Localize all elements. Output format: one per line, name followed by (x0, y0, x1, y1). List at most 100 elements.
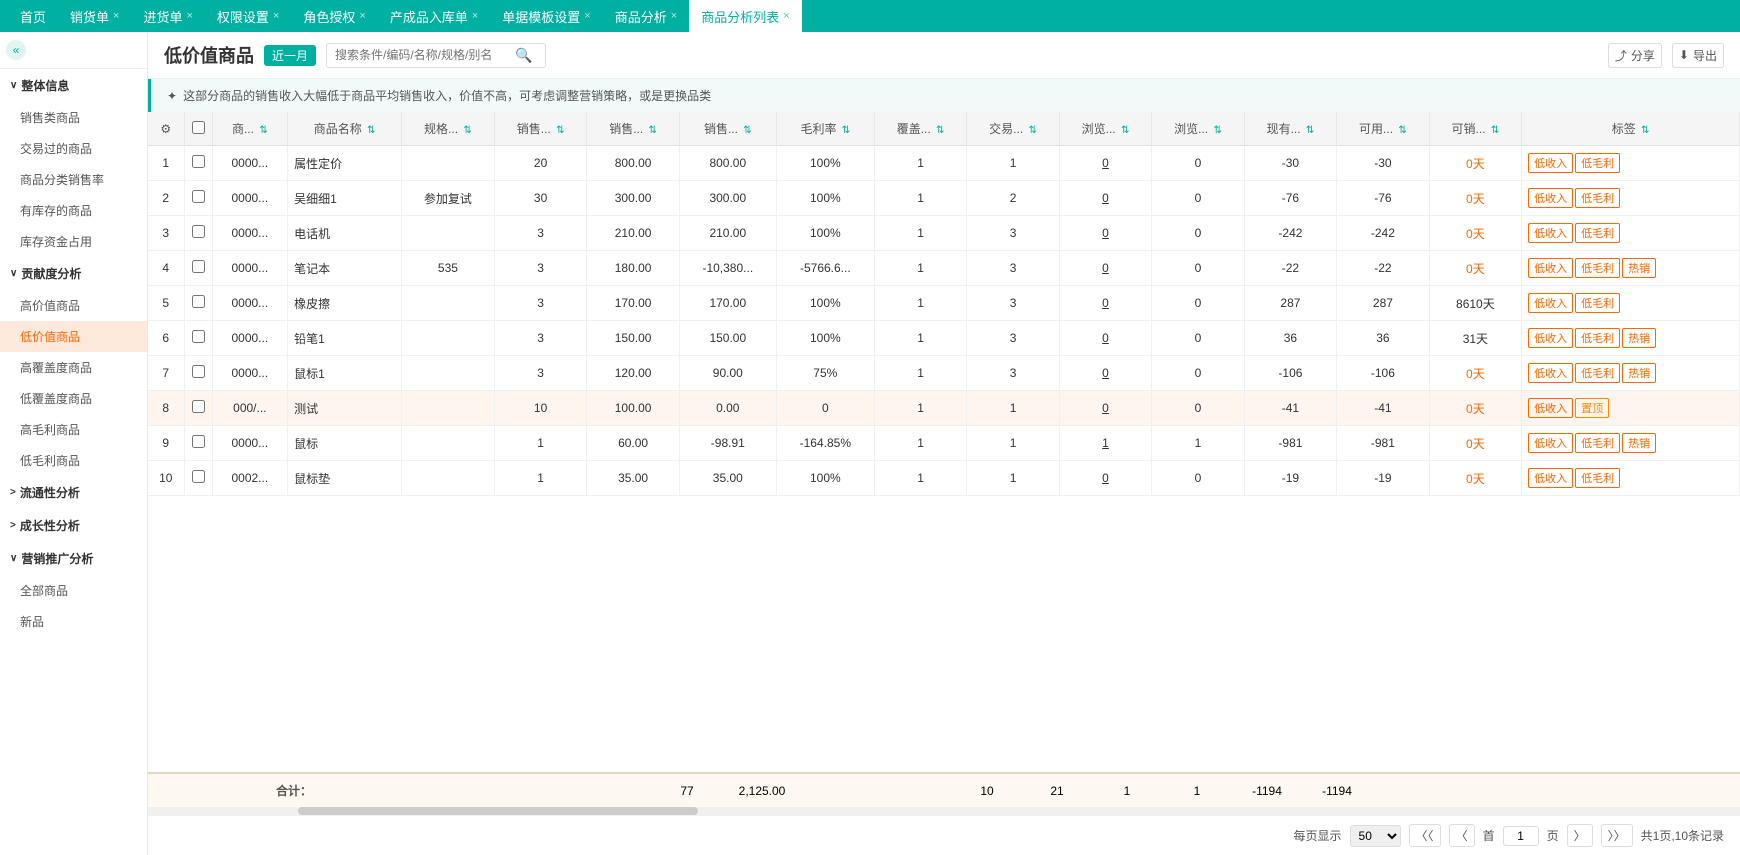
sort-icon[interactable]: ⇅ (556, 125, 564, 136)
row-checkbox[interactable] (192, 190, 205, 203)
row-checkbox[interactable] (192, 365, 205, 378)
sort-icon[interactable]: ⇅ (1121, 125, 1129, 136)
row-checkbox[interactable] (192, 435, 205, 448)
horizontal-scrollbar[interactable] (148, 807, 1740, 815)
browse-link[interactable]: 0 (1102, 471, 1109, 485)
row-checkbox[interactable] (192, 225, 205, 238)
browse1[interactable]: 0 (1059, 391, 1151, 426)
browse-link[interactable]: 0 (1102, 261, 1109, 275)
nav-home[interactable]: 首页 (8, 0, 58, 32)
product-name[interactable]: 橡皮擦 (288, 286, 402, 321)
sort-icon[interactable]: ⇅ (463, 125, 471, 136)
sidebar-group-liquidity[interactable]: > 流通性分析 (0, 476, 147, 509)
row-checkbox[interactable] (192, 295, 205, 308)
collapse-button[interactable]: « (6, 40, 26, 60)
sidebar-group-overall[interactable]: ∨ 整体信息 (0, 69, 147, 102)
sidebar-item-sales-products[interactable]: 销售类商品 (0, 102, 147, 133)
nav-product-inbound[interactable]: 产成品入库单 × (378, 0, 490, 32)
product-name[interactable]: 鼠标 (288, 426, 402, 461)
close-icon[interactable]: × (472, 10, 478, 22)
sort-icon[interactable]: ⇅ (743, 125, 751, 136)
sort-icon[interactable]: ⇅ (842, 125, 850, 136)
search-input[interactable] (335, 48, 515, 62)
sort-icon[interactable]: ⇅ (1306, 125, 1314, 136)
close-icon[interactable]: × (186, 10, 192, 22)
sidebar-item-new-products[interactable]: 新品 (0, 606, 147, 637)
browse-link[interactable]: 0 (1102, 226, 1109, 240)
time-filter-button[interactable]: 近一月 (264, 45, 316, 66)
search-icon[interactable]: 🔍 (515, 47, 532, 64)
product-name[interactable]: 铅笔1 (288, 321, 402, 356)
browse-link[interactable]: 0 (1102, 156, 1109, 170)
browse-link[interactable]: 0 (1102, 296, 1109, 310)
nav-template[interactable]: 单据模板设置 × (490, 0, 602, 32)
browse-link[interactable]: 0 (1102, 331, 1109, 345)
browse1[interactable]: 0 (1059, 356, 1151, 391)
product-name[interactable]: 属性定价 (288, 146, 402, 181)
sort-icon[interactable]: ⇅ (1029, 125, 1037, 136)
browse-link[interactable]: 1 (1102, 436, 1109, 450)
share-button[interactable]: ⤴ 分享 (1608, 43, 1662, 68)
row-checkbox[interactable] (192, 260, 205, 273)
nav-product-analysis[interactable]: 商品分析 × (603, 0, 689, 32)
browse1[interactable]: 0 (1059, 321, 1151, 356)
sort-icon[interactable]: ⇅ (259, 125, 267, 136)
browse1[interactable]: 0 (1059, 251, 1151, 286)
browse-link[interactable]: 0 (1102, 366, 1109, 380)
browse1[interactable]: 0 (1059, 216, 1151, 251)
sidebar-group-growth[interactable]: > 成长性分析 (0, 509, 147, 542)
prev-page-button[interactable]: 〈 (1449, 824, 1475, 847)
close-icon[interactable]: × (273, 10, 279, 22)
page-number-input[interactable] (1503, 826, 1539, 846)
table-wrapper[interactable]: ⚙ 商... ⇅ 商品名称 ⇅ 规格... ⇅ 销售... ⇅ 销售... ⇅ … (148, 112, 1740, 772)
sidebar-group-contribution[interactable]: ∨ 贡献度分析 (0, 257, 147, 290)
browse1[interactable]: 0 (1059, 181, 1151, 216)
sort-icon[interactable]: ⇅ (1491, 125, 1499, 136)
page-size-select[interactable]: 50 100 200 (1350, 825, 1401, 847)
sort-icon[interactable]: ⇅ (649, 125, 657, 136)
sidebar-item-low-margin[interactable]: 低毛利商品 (0, 445, 147, 476)
nav-purchase[interactable]: 进货单 × (131, 0, 204, 32)
settings-column-header[interactable]: ⚙ (148, 112, 184, 146)
sidebar-item-stock-products[interactable]: 有库存的商品 (0, 195, 147, 226)
close-icon[interactable]: × (671, 10, 677, 22)
close-icon[interactable]: × (584, 10, 590, 22)
browse1[interactable]: 0 (1059, 286, 1151, 321)
nav-role[interactable]: 角色授权 × (291, 0, 377, 32)
nav-sales[interactable]: 销货单 × (58, 0, 131, 32)
sort-icon[interactable]: ⇅ (1398, 125, 1406, 136)
nav-permission[interactable]: 权限设置 × (205, 0, 291, 32)
browse-link[interactable]: 0 (1102, 401, 1109, 415)
sidebar-item-high-value[interactable]: 高价值商品 (0, 290, 147, 321)
last-page-button[interactable]: 〉〉 (1601, 824, 1633, 847)
product-name[interactable]: 笔记本 (288, 251, 402, 286)
row-checkbox[interactable] (192, 330, 205, 343)
browse1[interactable]: 1 (1059, 426, 1151, 461)
sidebar-item-high-margin[interactable]: 高毛利商品 (0, 414, 147, 445)
row-checkbox[interactable] (192, 470, 205, 483)
row-checkbox[interactable] (192, 155, 205, 168)
sidebar-item-capital[interactable]: 库存资金占用 (0, 226, 147, 257)
close-icon[interactable]: × (359, 10, 365, 22)
close-icon[interactable]: × (113, 10, 119, 22)
sidebar-item-all-products[interactable]: 全部商品 (0, 575, 147, 606)
sidebar-group-marketing[interactable]: ∨ 营销推广分析 (0, 542, 147, 575)
close-icon[interactable]: × (783, 10, 789, 22)
sort-icon[interactable]: ⇅ (367, 125, 375, 136)
sidebar-item-low-value[interactable]: 低价值商品 (0, 321, 147, 352)
row-checkbox[interactable] (192, 400, 205, 413)
sidebar-item-low-coverage[interactable]: 低覆盖度商品 (0, 383, 147, 414)
settings-icon[interactable]: ⚙ (160, 122, 171, 136)
browse-link[interactable]: 0 (1102, 191, 1109, 205)
product-name[interactable]: 鼠标1 (288, 356, 402, 391)
next-page-button[interactable]: 〉 (1567, 824, 1593, 847)
export-button[interactable]: ⬇ 导出 (1672, 43, 1724, 68)
product-name[interactable]: 测试 (288, 391, 402, 426)
checkbox-column-header[interactable] (184, 112, 212, 146)
product-name[interactable]: 鼠标垫 (288, 461, 402, 496)
select-all-checkbox[interactable] (192, 121, 205, 134)
browse1[interactable]: 0 (1059, 461, 1151, 496)
sort-icon[interactable]: ⇅ (1213, 125, 1221, 136)
sort-icon[interactable]: ⇅ (1641, 125, 1649, 136)
sidebar-item-traded-products[interactable]: 交易过的商品 (0, 133, 147, 164)
